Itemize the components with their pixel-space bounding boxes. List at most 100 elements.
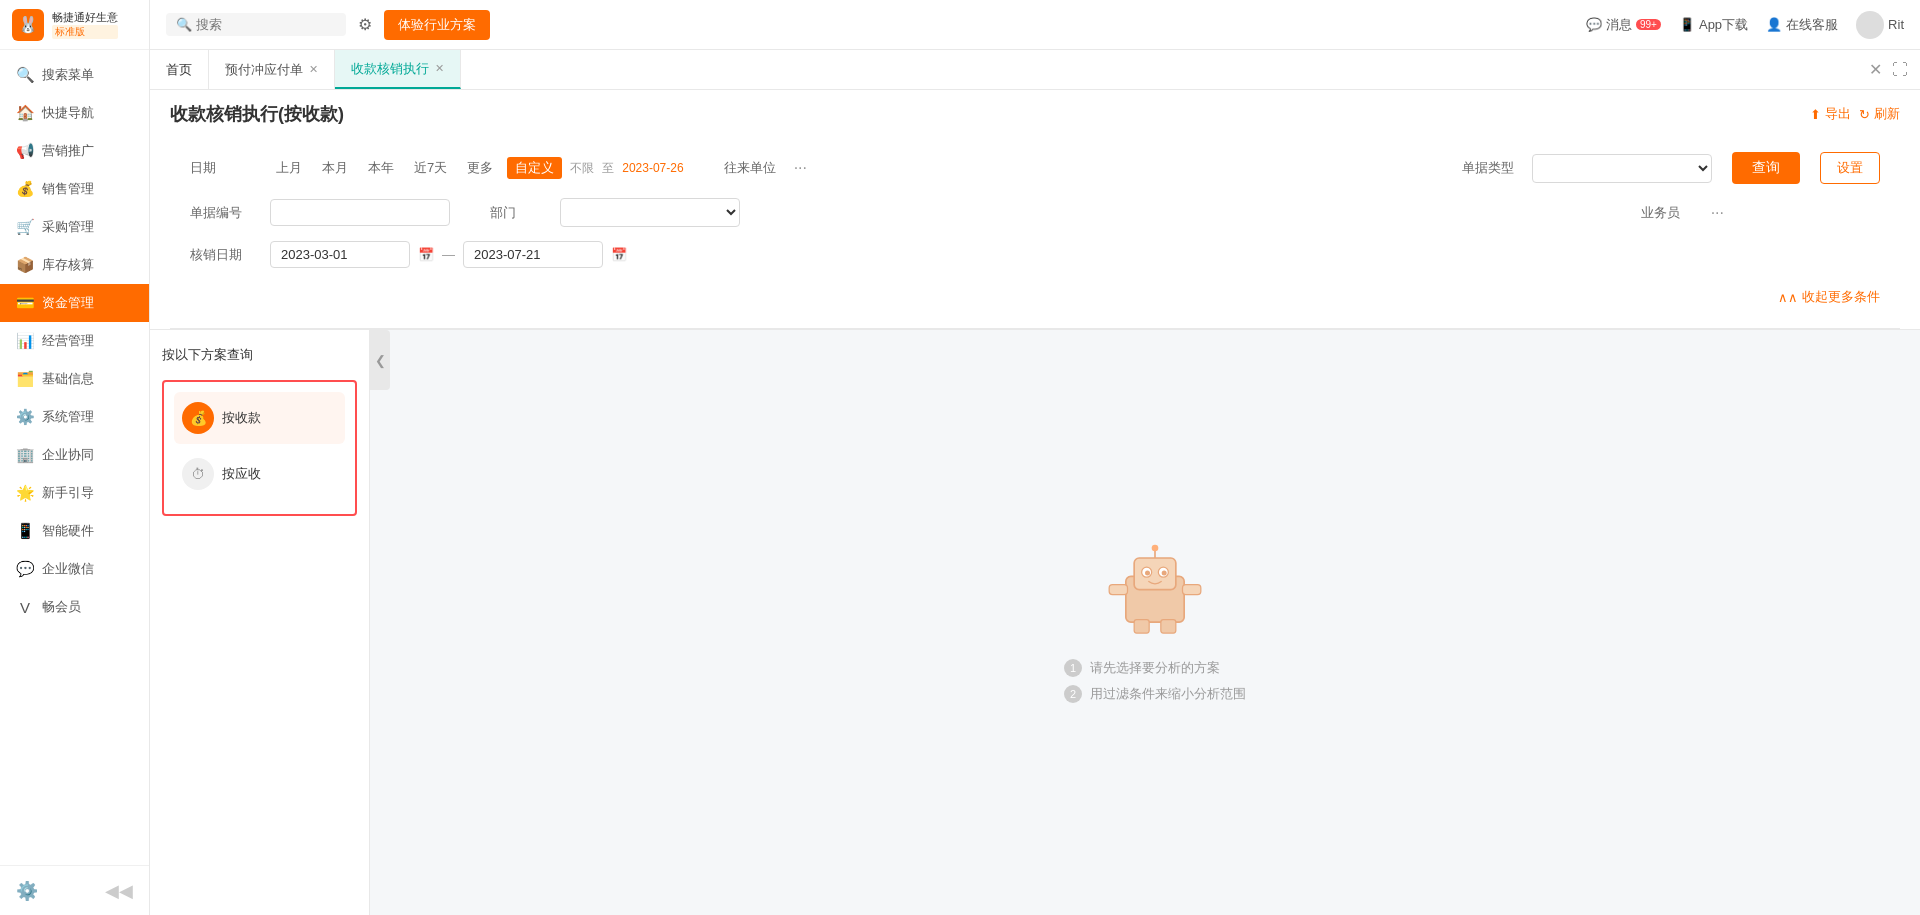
close-receipt-tab-icon[interactable]: ✕ (435, 62, 444, 75)
sidebar-item-system[interactable]: ⚙️ 系统管理 (0, 398, 149, 436)
sidebar-item-label: 畅会员 (42, 598, 81, 616)
sidebar-item-label: 系统管理 (42, 408, 94, 426)
hint-text-2: 用过滤条件来缩小分析范围 (1090, 685, 1246, 703)
chevron-up-icon: ∧∧ (1778, 290, 1798, 305)
panel-collapse-btn[interactable]: ❮ (370, 330, 390, 390)
tabbar: 首页 预付冲应付单 ✕ 收款核销执行 ✕ ✕ ⛶ (150, 50, 1920, 90)
sidebar-menu: 🔍 搜索菜单 🏠 快捷导航 📢 营销推广 💰 销售管理 🛒 采购管理 📦 库存核… (0, 50, 149, 865)
writeoff-date-to-input[interactable] (463, 241, 603, 268)
query-btn[interactable]: 查询 (1732, 152, 1800, 184)
sidebar-item-label: 新手引导 (42, 484, 94, 502)
writeoff-date-from-input[interactable] (270, 241, 410, 268)
app-label: App下载 (1699, 16, 1748, 34)
collapse-more-btn[interactable]: ∧∧ 收起更多条件 (190, 282, 1880, 312)
sidebar-item-label: 搜索菜单 (42, 66, 94, 84)
sidebar-item-basic[interactable]: 🗂️ 基础信息 (0, 360, 149, 398)
partner-label: 往来单位 (724, 159, 784, 177)
doctype-select[interactable] (1532, 154, 1712, 183)
by-receipt-label: 按收款 (222, 409, 261, 427)
tab-receipt[interactable]: 收款核销执行 ✕ (335, 50, 461, 89)
close-prepay-tab-icon[interactable]: ✕ (309, 63, 318, 76)
svg-rect-8 (1134, 619, 1149, 632)
refresh-btn[interactable]: ↻ 刷新 (1859, 105, 1900, 123)
sidebar-item-funds[interactable]: 💳 资金管理 (0, 284, 149, 322)
sidebar-item-wechat[interactable]: 💬 企业微信 (0, 550, 149, 588)
logo-icon: 🐰 (12, 9, 44, 41)
right-content: 1 请先选择要分析的方案 2 用过滤条件来缩小分析范围 (390, 330, 1920, 915)
export-btn[interactable]: ⬆ 导出 (1810, 105, 1851, 123)
date-range-separator: — (442, 247, 455, 262)
purchase-icon: 🛒 (16, 218, 34, 236)
refresh-icon: ↻ (1859, 107, 1870, 122)
date-btn-last-month[interactable]: 上月 (270, 157, 308, 179)
docno-input[interactable] (270, 199, 450, 226)
partner-dots-btn[interactable]: ··· (794, 159, 807, 177)
partner-group: 往来单位 ··· (724, 159, 1442, 177)
sidebar-item-label: 采购管理 (42, 218, 94, 236)
sidebar-item-search[interactable]: 🔍 搜索菜单 (0, 56, 149, 94)
user-item[interactable]: Rit (1856, 11, 1904, 39)
empty-state: 1 请先选择要分析的方案 2 用过滤条件来缩小分析范围 (1064, 543, 1246, 703)
industry-btn[interactable]: 体验行业方案 (384, 10, 490, 40)
sidebar-item-hardware[interactable]: 📱 智能硬件 (0, 512, 149, 550)
funds-icon: 💳 (16, 294, 34, 312)
cal-to-icon[interactable]: 📅 (611, 247, 627, 262)
page-header: 收款核销执行(按收款) ⬆ 导出 ↻ 刷新 日期 (150, 90, 1920, 330)
sidebar-item-label: 销售管理 (42, 180, 94, 198)
settings-btn[interactable]: 设置 (1820, 152, 1880, 184)
hint-num-1: 1 (1064, 659, 1082, 677)
collapse-label: 收起更多条件 (1802, 288, 1880, 306)
sidebar-item-operations[interactable]: 📊 经营管理 (0, 322, 149, 360)
sidebar-item-member[interactable]: V 畅会员 (0, 588, 149, 626)
settings-gear-icon[interactable]: ⚙️ (16, 880, 38, 902)
cal-from-icon[interactable]: 📅 (418, 247, 434, 262)
enterprise-icon: 🏢 (16, 446, 34, 464)
tab-prepay-label: 预付冲应付单 (225, 61, 303, 79)
inventory-icon: 📦 (16, 256, 34, 274)
sidebar-item-label: 库存核算 (42, 256, 94, 274)
app-download-item[interactable]: 📱 App下载 (1679, 16, 1748, 34)
content-area: 收款核销执行(按收款) ⬆ 导出 ↻ 刷新 日期 (150, 90, 1920, 915)
option-by-receipt[interactable]: 💰 按收款 (174, 392, 345, 444)
date-btn-7days[interactable]: 近7天 (408, 157, 453, 179)
sidebar-item-enterprise[interactable]: 🏢 企业协同 (0, 436, 149, 474)
collapse-sidebar-btn[interactable]: ◀◀ (105, 880, 133, 902)
close-tab-icon[interactable]: ✕ (1869, 60, 1882, 79)
page-actions: ⬆ 导出 ↻ 刷新 (1810, 105, 1900, 123)
sidebar-item-sales[interactable]: 💰 销售管理 (0, 170, 149, 208)
sidebar-item-shortcut[interactable]: 🏠 快捷导航 (0, 94, 149, 132)
salesperson-dots-btn[interactable]: ··· (1711, 204, 1724, 222)
sidebar-item-label: 智能硬件 (42, 522, 94, 540)
sidebar-item-guide[interactable]: 🌟 新手引导 (0, 474, 149, 512)
sidebar-item-inventory[interactable]: 📦 库存核算 (0, 246, 149, 284)
date-btn-this-year[interactable]: 本年 (362, 157, 400, 179)
basic-icon: 🗂️ (16, 370, 34, 388)
doctype-label: 单据类型 (1462, 159, 1522, 177)
app-icon: 📱 (1679, 17, 1695, 32)
date-btn-custom[interactable]: 自定义 (507, 157, 562, 179)
hint-text-1: 请先选择要分析的方案 (1090, 659, 1220, 677)
salesperson-group: 业务员 ··· (1641, 204, 1724, 222)
online-service-item[interactable]: 👤 在线客服 (1766, 16, 1838, 34)
topbar-search-area[interactable]: 🔍 (166, 13, 346, 36)
topbar-gear-icon[interactable]: ⚙ (358, 15, 372, 34)
sidebar-item-purchase[interactable]: 🛒 采购管理 (0, 208, 149, 246)
tab-prepay[interactable]: 预付冲应付单 ✕ (209, 50, 335, 89)
operations-icon: 📊 (16, 332, 34, 350)
message-item[interactable]: 💬 消息 99+ (1586, 16, 1661, 34)
fullscreen-icon[interactable]: ⛶ (1892, 61, 1908, 79)
tab-home[interactable]: 首页 (150, 50, 209, 89)
salesperson-label: 业务员 (1641, 204, 1701, 222)
date-btn-this-month[interactable]: 本月 (316, 157, 354, 179)
topbar-search-input[interactable] (196, 17, 336, 32)
search-icon: 🔍 (16, 66, 34, 84)
left-panel-wrapper: 按以下方案查询 💰 按收款 ⏱ 按应收 ❮ (150, 330, 390, 915)
sidebar-item-label: 企业协同 (42, 446, 94, 464)
sidebar-item-marketing[interactable]: 📢 营销推广 (0, 132, 149, 170)
main-area: 🔍 ⚙ 体验行业方案 💬 消息 99+ 📱 App下载 👤 在线客服 R (150, 0, 1920, 915)
option-by-receivable[interactable]: ⏱ 按应收 (174, 448, 345, 500)
message-icon: 💬 (1586, 17, 1602, 32)
dept-group: 部门 (490, 198, 1621, 227)
date-btn-more[interactable]: 更多 (461, 157, 499, 179)
dept-select[interactable] (560, 198, 740, 227)
